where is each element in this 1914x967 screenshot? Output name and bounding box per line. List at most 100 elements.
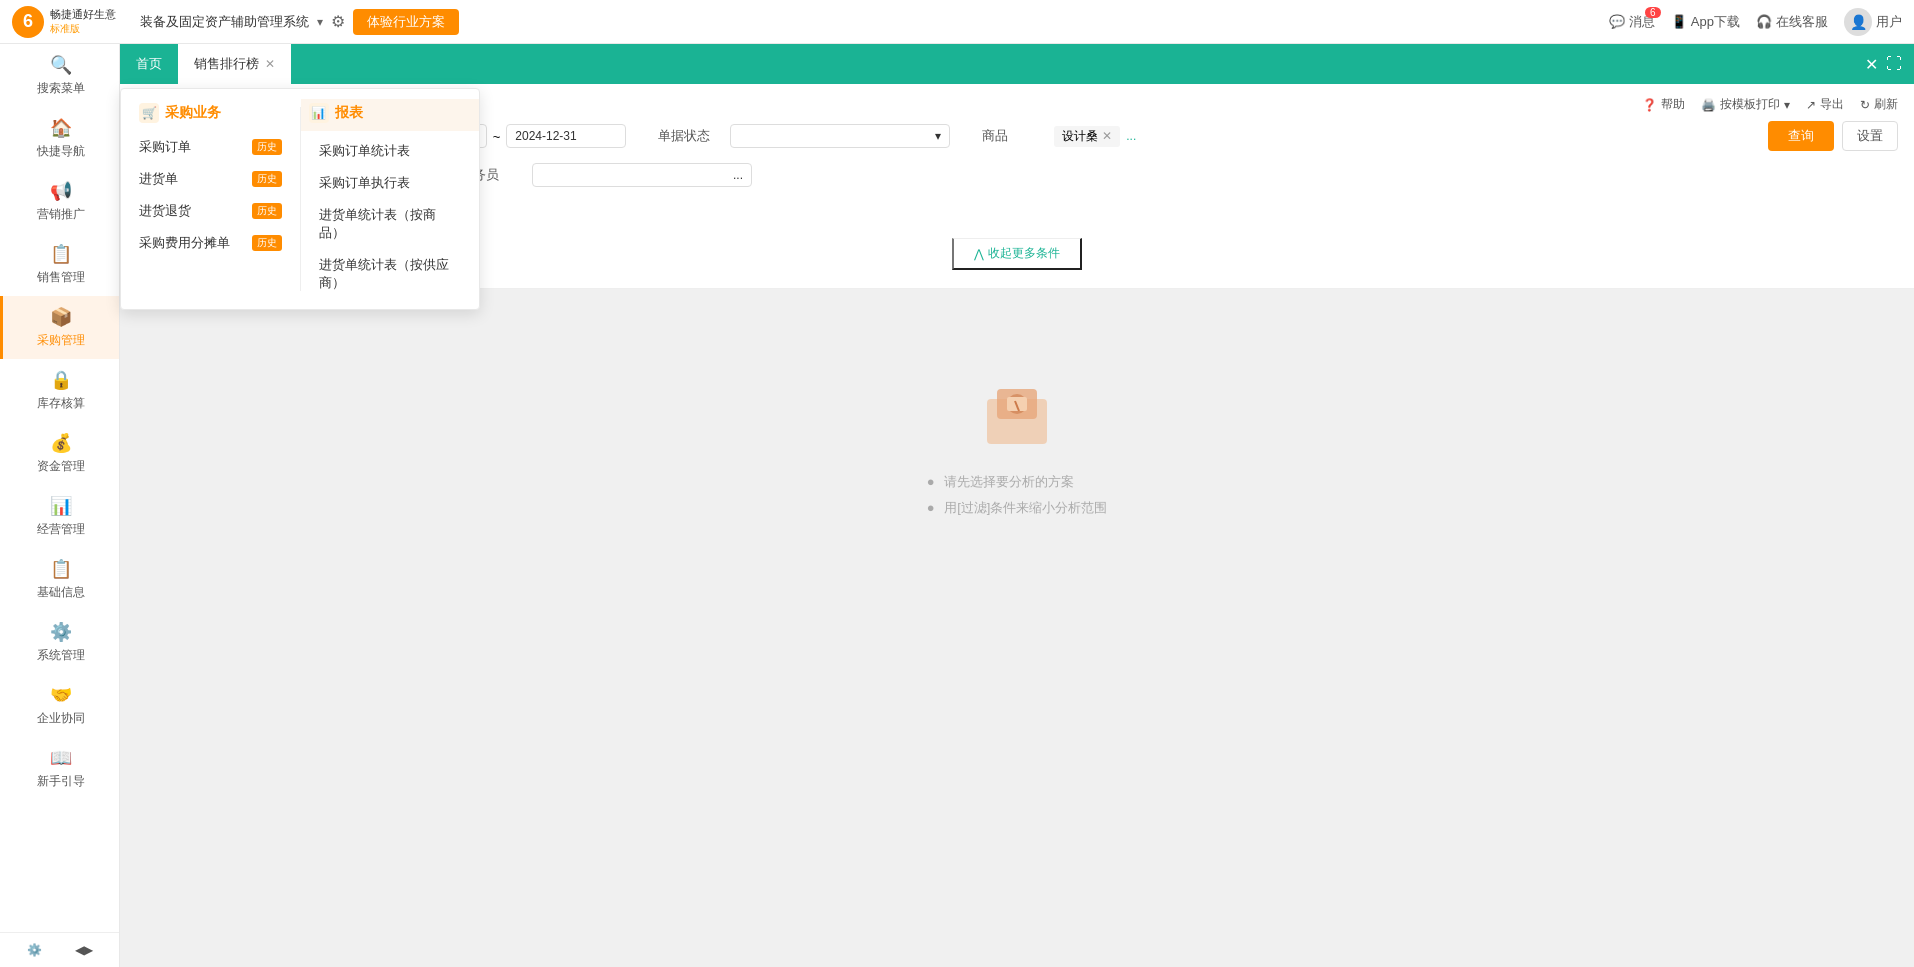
sidebar-label-cooperation: 企业协同	[37, 710, 85, 727]
empty-hints: ● 请先选择要分析的方案 ● 用[过滤]条件来缩小分析范围	[927, 469, 1108, 521]
date-end-input[interactable]	[506, 124, 626, 148]
export-btn[interactable]: ↗ 导出	[1806, 96, 1844, 113]
order-status-select[interactable]: ▾	[730, 124, 950, 148]
sidebar-item-marketing[interactable]: 📢 营销推广	[0, 170, 119, 233]
goods-filter: 设计桑 ✕ ...	[1054, 126, 1756, 147]
collapse-icon: ⋀	[974, 247, 984, 261]
action-btns: 查询 设置	[1768, 121, 1898, 151]
goods-more-btn[interactable]: ...	[1126, 129, 1136, 143]
sidebar-label-newbie: 新手引导	[37, 773, 85, 790]
collapse-btn[interactable]: ⋀ 收起更多条件	[952, 238, 1082, 270]
sidebar-item-inventory[interactable]: 🔒 库存核算	[0, 359, 119, 422]
tab-sales-rank[interactable]: 销售排行榜 ✕	[178, 44, 291, 84]
user-menu-btn[interactable]: 👤 用户	[1844, 8, 1902, 36]
history-badge-4: 历史	[252, 235, 282, 251]
report-section-header: 📊 报表	[301, 99, 480, 131]
sidebar-label-system: 系统管理	[37, 647, 85, 664]
sidebar-label-finance: 资金管理	[37, 458, 85, 475]
sidebar-bottom: ⚙️ ◀▶	[0, 932, 119, 967]
industry-btn[interactable]: 体验行业方案	[353, 9, 459, 35]
basic-icon: 📋	[50, 558, 72, 580]
empty-illustration	[967, 369, 1067, 449]
app-download-btn[interactable]: 📱 App下载	[1671, 13, 1740, 31]
finance-icon: 💰	[50, 432, 72, 454]
hint2: 用[过滤]条件来缩小分析范围	[944, 500, 1107, 515]
purchase-section-header: 🛒 采购业务	[131, 99, 290, 131]
help-label: 帮助	[1661, 96, 1685, 113]
sidebar-collapse-btn[interactable]: ◀▶	[75, 943, 93, 957]
notification-badge: 6	[1645, 7, 1661, 18]
system-dropdown-btn[interactable]: ▾	[317, 15, 323, 29]
message-icon: 💬	[1609, 14, 1625, 29]
report-menu-section: 📊 报表 采购订单统计表 采购订单执行表 进货单统计表（按商品） 进货单统计表（…	[301, 99, 480, 299]
purchase-menu-section: 🛒 采购业务 采购订单 历史 进货单 历史 进货退货 历史 采购费用分摊单 历史	[121, 99, 300, 299]
search-icon: 🔍	[50, 54, 72, 76]
sidebar-item-purchase[interactable]: 📦 采购管理	[0, 296, 119, 359]
sidebar-item-newbie[interactable]: 📖 新手引导	[0, 737, 119, 800]
sidebar-item-cooperation[interactable]: 🤝 企业协同	[0, 674, 119, 737]
salesman-select[interactable]: ...	[532, 163, 752, 187]
tab-bar: 首页 销售排行榜 ✕ ✕ ⛶	[120, 44, 1914, 84]
sales-icon: 📋	[50, 243, 72, 265]
system-icon: ⚙️	[50, 621, 72, 643]
notification-btn[interactable]: 💬 消息 6	[1609, 13, 1655, 31]
menu-item-purchase-order[interactable]: 采购订单 历史	[131, 131, 290, 163]
menu-item-purchase-order-stats[interactable]: 采购订单统计表	[311, 135, 470, 167]
history-badge-1: 历史	[252, 139, 282, 155]
refresh-icon: ↻	[1860, 98, 1870, 112]
menu-item-purchase-order-exec[interactable]: 采购订单执行表	[311, 167, 470, 199]
print-icon: 🖨️	[1701, 98, 1716, 112]
refresh-btn[interactable]: ↻ 刷新	[1860, 96, 1898, 113]
purchase-section-title: 采购业务	[165, 104, 221, 122]
print-dropdown-icon: ▾	[1784, 98, 1790, 112]
setting-btn[interactable]: 设置	[1842, 121, 1898, 151]
sidebar-item-search[interactable]: 🔍 搜索菜单	[0, 44, 119, 107]
tab-maximize-btn[interactable]: ⛶	[1886, 55, 1902, 73]
logo-text: 畅捷通好生意	[50, 7, 116, 21]
history-badge-2: 历史	[252, 171, 282, 187]
online-service-btn[interactable]: 🎧 在线客服	[1756, 13, 1828, 31]
help-btn[interactable]: ❓ 帮助	[1642, 96, 1685, 113]
app-download-label: App下载	[1691, 13, 1740, 31]
tab-close-btn[interactable]: ✕	[265, 57, 275, 71]
sidebar-item-basic[interactable]: 📋 基础信息	[0, 548, 119, 611]
settings-btn[interactable]: ⚙	[331, 12, 345, 31]
menu-item-return[interactable]: 进货退货 历史	[131, 195, 290, 227]
goods-tag-close[interactable]: ✕	[1102, 129, 1112, 143]
purchase-icon: 📦	[50, 306, 72, 328]
sidebar: 🔍 搜索菜单 🏠 快捷导航 📢 营销推广 📋 销售管理 📦 采购管理 🔒 库存核…	[0, 44, 120, 967]
purchase-section-icon: 🛒	[139, 103, 159, 123]
top-header: 6 畅捷通好生意 标准版 装备及固定资产辅助管理系统 ▾ ⚙ 体验行业方案 💬 …	[0, 0, 1914, 44]
collapse-label: 收起更多条件	[988, 245, 1060, 262]
sidebar-item-sales[interactable]: 📋 销售管理	[0, 233, 119, 296]
report-section-title: 报表	[335, 104, 363, 122]
menu-item-incoming-stats-goods[interactable]: 进货单统计表（按商品）	[311, 199, 470, 249]
refresh-label: 刷新	[1874, 96, 1898, 113]
marketing-icon: 📢	[50, 180, 72, 202]
logo-edition: 标准版	[50, 22, 116, 36]
user-label: 用户	[1876, 13, 1902, 31]
sidebar-item-quick-nav[interactable]: 🏠 快捷导航	[0, 107, 119, 170]
sales-rank-tab-label: 销售排行榜	[194, 55, 259, 73]
sidebar-settings-btn[interactable]: ⚙️	[27, 943, 42, 957]
sidebar-label-sales: 销售管理	[37, 269, 85, 286]
salesman-more-btn[interactable]: ...	[733, 168, 743, 182]
sidebar-label-basic: 基础信息	[37, 584, 85, 601]
menu-item-incoming-stats-supplier[interactable]: 进货单统计表（按供应商）	[311, 249, 470, 299]
sidebar-label-operations: 经营管理	[37, 521, 85, 538]
menu-item-incoming[interactable]: 进货单 历史	[131, 163, 290, 195]
sidebar-label-search: 搜索菜单	[37, 80, 85, 97]
dropdown-menu: 🛒 采购业务 采购订单 历史 进货单 历史 进货退货 历史 采购费用分摊单 历史…	[120, 88, 480, 310]
tab-close-all-btn[interactable]: ✕	[1865, 55, 1878, 74]
sidebar-item-system[interactable]: ⚙️ 系统管理	[0, 611, 119, 674]
tab-home[interactable]: 首页	[120, 44, 178, 84]
headset-icon: 🎧	[1756, 14, 1772, 29]
print-template-btn[interactable]: 🖨️ 按模板打印 ▾	[1701, 96, 1790, 113]
sidebar-label-marketing: 营销推广	[37, 206, 85, 223]
sidebar-item-operations[interactable]: 📊 经营管理	[0, 485, 119, 548]
query-btn[interactable]: 查询	[1768, 121, 1834, 151]
sidebar-item-finance[interactable]: 💰 资金管理	[0, 422, 119, 485]
logo-area: 6 畅捷通好生意 标准版	[12, 6, 132, 38]
menu-item-expense[interactable]: 采购费用分摊单 历史	[131, 227, 290, 259]
sidebar-label-quick-nav: 快捷导航	[37, 143, 85, 160]
